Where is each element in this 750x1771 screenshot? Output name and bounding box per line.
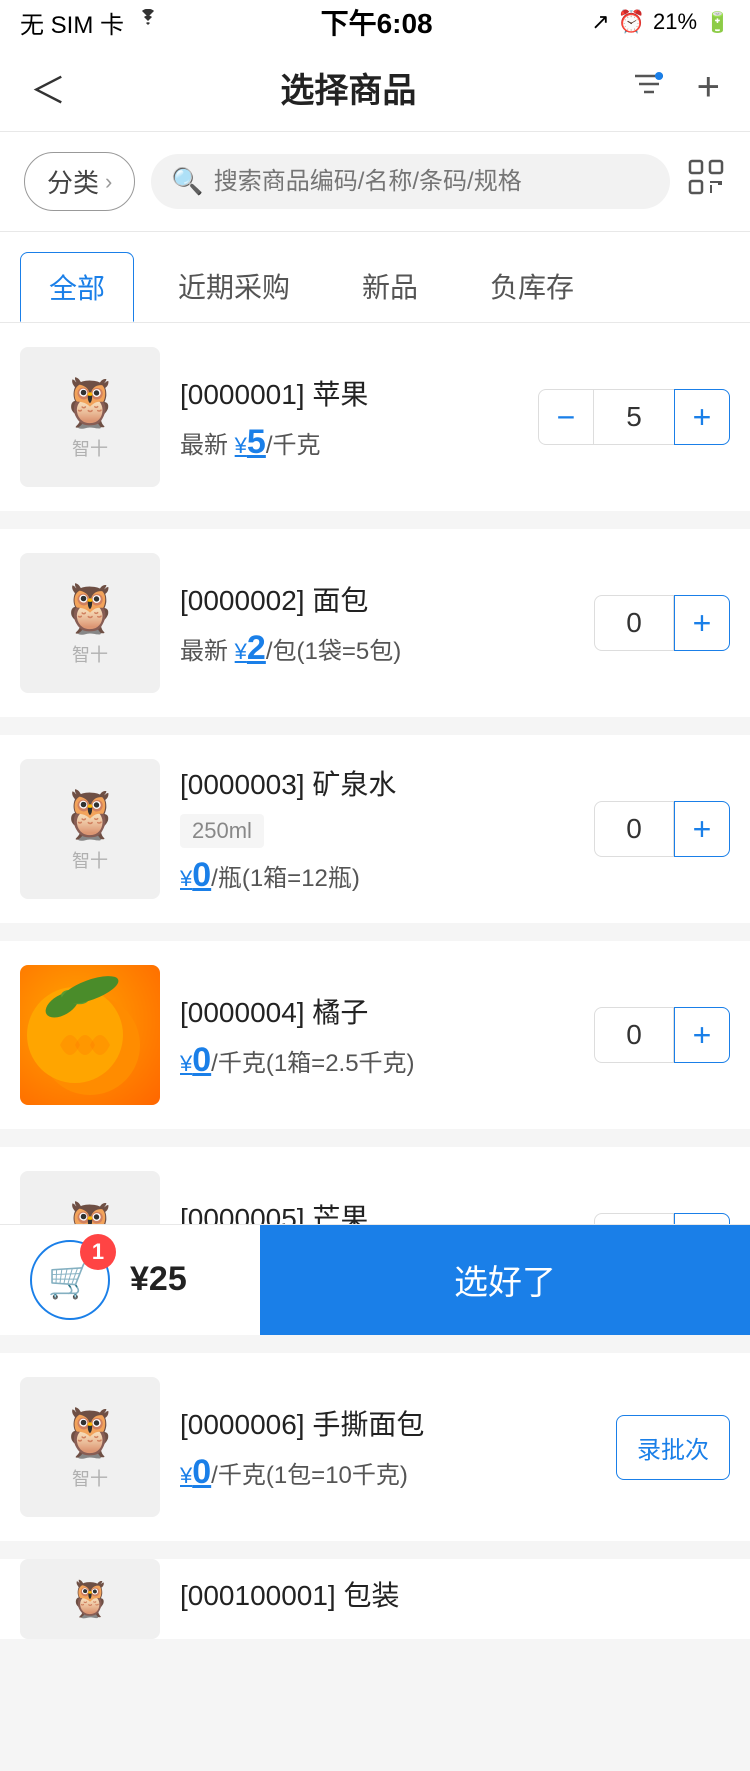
brand-owl-icon: 🦉: [60, 580, 120, 637]
product-image-placeholder: 🦉 智十: [20, 1377, 160, 1517]
time-label: 下午6:08: [321, 2, 433, 42]
brand-owl-icon: 🦉: [60, 786, 120, 843]
list-item: 🦉 智十 [0000003] 矿泉水 250ml ¥0/瓶(1箱=12瓶) +: [0, 735, 750, 923]
search-icon: 🔍: [171, 166, 203, 197]
increase-button[interactable]: +: [674, 1007, 730, 1063]
product-info: [0000003] 矿泉水 250ml ¥0/瓶(1箱=12瓶): [180, 763, 574, 895]
decrease-button[interactable]: −: [538, 389, 594, 445]
product-info: [0000006] 手撕面包 ¥0/千克(1包=10千克): [180, 1403, 596, 1492]
product-image-placeholder: 🦉: [20, 1559, 160, 1639]
scan-icon[interactable]: [686, 157, 726, 206]
product-info: [000100001] 包装: [180, 1574, 730, 1624]
quantity-input[interactable]: [594, 595, 674, 651]
brand-text: 智十: [72, 847, 108, 873]
status-bar: 无 SIM 卡 下午6:08 ↗ ⏰ 21% 🔋: [0, 0, 750, 44]
quantity-input[interactable]: [594, 801, 674, 857]
list-item: 🦉 智十 [0000006] 手撕面包 ¥0/千克(1包=10千克) 录批次: [0, 1353, 750, 1541]
filter-icon[interactable]: [631, 68, 667, 108]
quantity-input[interactable]: [594, 389, 674, 445]
total-price: ¥25: [130, 1260, 187, 1299]
product-price: 最新 ¥5/千克: [180, 423, 518, 462]
cart-badge: 1: [80, 1234, 116, 1270]
brand-owl-icon: 🦉: [68, 1578, 113, 1620]
add-icon[interactable]: +: [697, 65, 720, 110]
confirm-button[interactable]: 选好了: [260, 1225, 750, 1335]
carrier-label: 无 SIM 卡: [20, 5, 124, 40]
product-price: ¥0/瓶(1箱=12瓶): [180, 856, 574, 895]
product-name: [0000004] 橘子: [180, 991, 574, 1031]
cart-icon-button[interactable]: 🛒 1: [30, 1240, 110, 1320]
product-list: 🦉 智十 [0000001] 苹果 最新 ¥5/千克 − + 🦉 智十 [000…: [0, 323, 750, 1771]
increase-button[interactable]: +: [674, 595, 730, 651]
location-icon: ↗: [591, 9, 609, 35]
product-name: [0000001] 苹果: [180, 373, 518, 413]
nav-right-actions: +: [631, 65, 720, 110]
cart-area: 🛒 1 ¥25: [0, 1240, 260, 1320]
product-name: [000100001] 包装: [180, 1574, 730, 1614]
list-item: 🦉 智十 [0000002] 面包 最新 ¥2/包(1袋=5包) +: [0, 529, 750, 717]
category-button[interactable]: 分类 ›: [24, 152, 135, 211]
product-price: ¥0/千克(1包=10千克): [180, 1453, 596, 1492]
filter-bar: 分类 › 🔍: [0, 132, 750, 232]
back-button[interactable]: ＜: [30, 62, 66, 114]
product-info: [0000002] 面包 最新 ¥2/包(1袋=5包): [180, 579, 574, 668]
product-info: [0000001] 苹果 最新 ¥5/千克: [180, 373, 518, 462]
brand-text: 智十: [72, 435, 108, 461]
product-image-placeholder: 🦉 智十: [20, 347, 160, 487]
product-image-placeholder: 🦉 智十: [20, 553, 160, 693]
product-price: 最新 ¥2/包(1袋=5包): [180, 629, 574, 668]
product-info: [0000004] 橘子 ¥0/千克(1箱=2.5千克): [180, 991, 574, 1080]
search-input[interactable]: [214, 168, 650, 196]
quantity-control: +: [594, 1007, 730, 1063]
product-price: ¥0/千克(1箱=2.5千克): [180, 1041, 574, 1080]
quantity-input[interactable]: [594, 1007, 674, 1063]
wifi-icon: [134, 8, 162, 36]
product-name: [0000003] 矿泉水: [180, 763, 574, 803]
product-spec: 250ml: [180, 814, 264, 848]
tab-recent[interactable]: 近期采购: [150, 252, 318, 322]
brand-text: 智十: [72, 1465, 108, 1491]
increase-button[interactable]: +: [674, 389, 730, 445]
quantity-control: +: [594, 595, 730, 651]
tab-all[interactable]: 全部: [20, 252, 134, 322]
tab-new[interactable]: 新品: [334, 252, 446, 322]
list-item: 🦉 智十 [0000001] 苹果 最新 ¥5/千克 − +: [0, 323, 750, 511]
battery-label: 21%: [653, 9, 697, 35]
product-image-orange: [20, 965, 160, 1105]
nav-bar: ＜ 选择商品 +: [0, 44, 750, 132]
status-left: 无 SIM 卡: [20, 5, 162, 40]
brand-owl-icon: 🦉: [60, 1404, 120, 1461]
list-item: 🦉 [000100001] 包装: [0, 1559, 750, 1639]
list-item: [0000004] 橘子 ¥0/千克(1箱=2.5千克) +: [0, 941, 750, 1129]
product-image-placeholder: 🦉 智十: [20, 759, 160, 899]
quantity-control: − +: [538, 389, 730, 445]
quantity-control: +: [594, 801, 730, 857]
search-box[interactable]: 🔍: [151, 154, 670, 209]
status-right: ↗ ⏰ 21% 🔋: [591, 9, 730, 35]
page-title: 选择商品: [280, 63, 416, 112]
chevron-right-icon: ›: [105, 169, 112, 195]
brand-owl-icon: 🦉: [60, 374, 120, 431]
product-name: [0000006] 手撕面包: [180, 1403, 596, 1443]
batch-record-button[interactable]: 录批次: [616, 1415, 730, 1480]
battery-icon: 🔋: [705, 10, 730, 35]
tab-bar: 全部 近期采购 新品 负库存: [0, 232, 750, 323]
bottom-bar: 🛒 1 ¥25 选好了: [0, 1224, 750, 1334]
tab-negative-stock[interactable]: 负库存: [462, 252, 602, 322]
product-name: [0000002] 面包: [180, 579, 574, 619]
increase-button[interactable]: +: [674, 801, 730, 857]
brand-text: 智十: [72, 641, 108, 667]
alarm-icon: ⏰: [618, 9, 645, 35]
